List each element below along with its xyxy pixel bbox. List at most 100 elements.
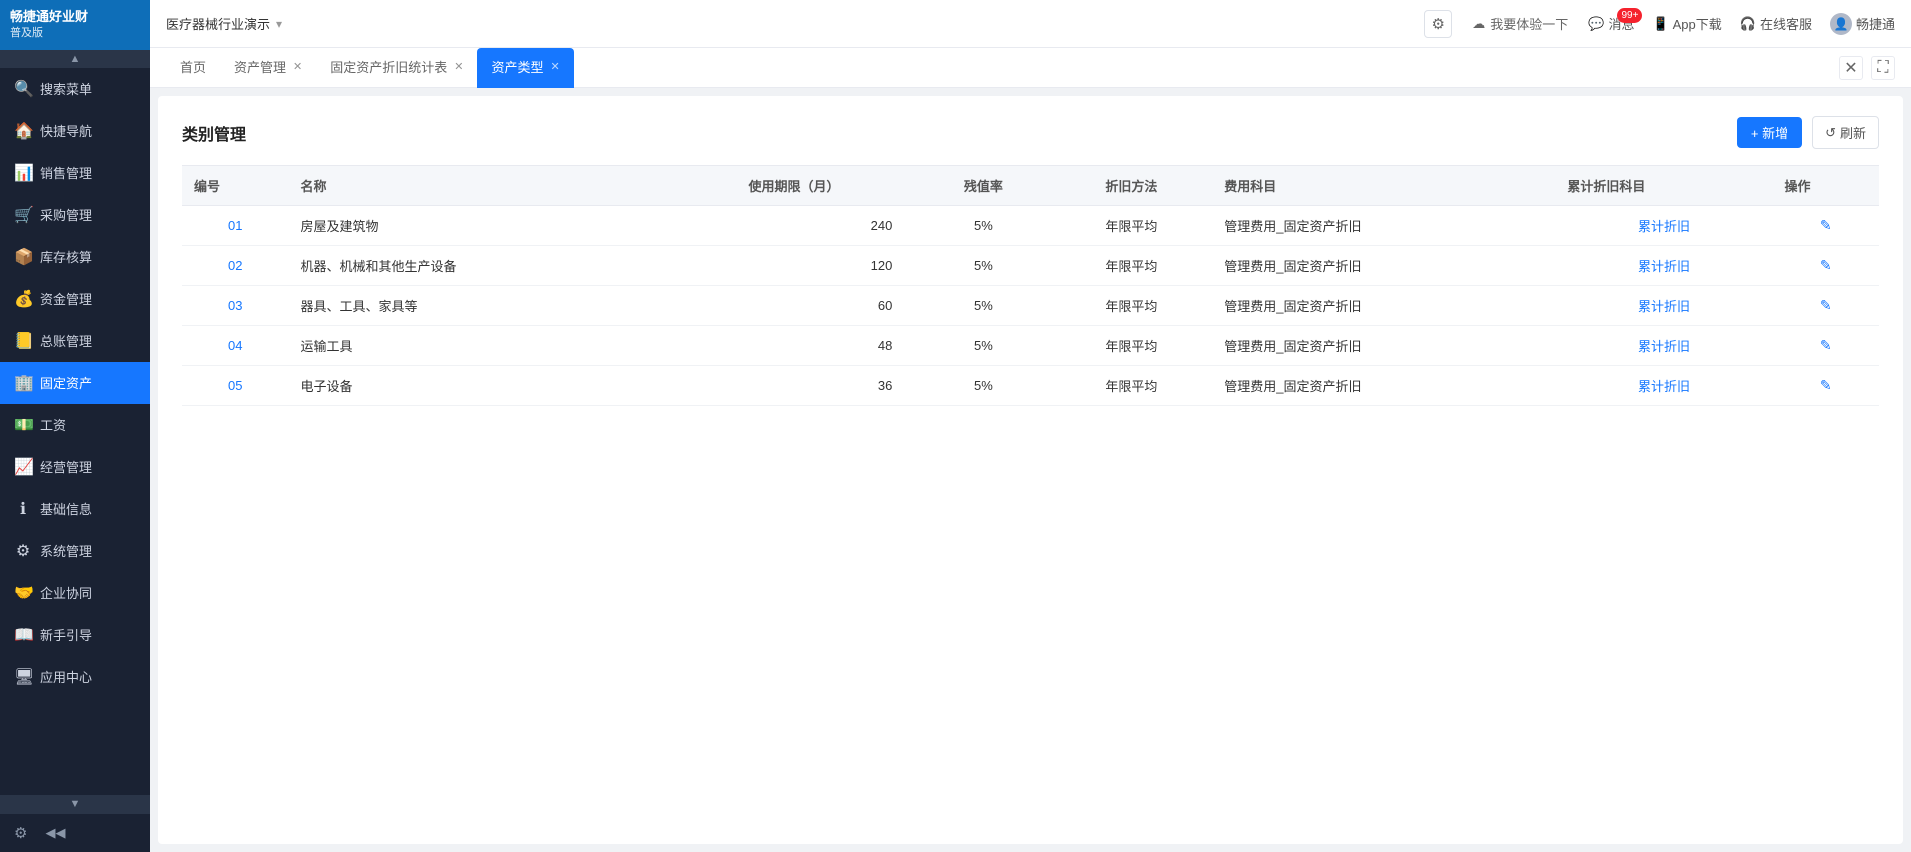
sidebar-item-operation[interactable]: 📈经营管理 — [0, 446, 150, 488]
avatar-icon: 👤 — [1830, 13, 1852, 35]
sidebar-item-system[interactable]: ⚙系统管理 — [0, 530, 150, 572]
fixed-icon: 🏢 — [14, 373, 32, 393]
collapse-icon[interactable]: ◀◀ — [45, 825, 65, 841]
content-area: 类别管理 + 新增 ↺ 刷新 编号名称使用期限（月）残值率折旧方法费用科目累计折… — [158, 96, 1903, 844]
sidebar-item-label: 资金管理 — [40, 289, 92, 308]
tab-资产管理[interactable]: 资产管理✕ — [220, 48, 316, 88]
operation-icon: 📈 — [14, 457, 32, 477]
table-row: 04 运输工具 48 5% 年限平均 管理费用_固定资产折旧 累计折旧 ✎ — [182, 326, 1879, 366]
cell-accumulated: 累计折旧 — [1555, 246, 1772, 286]
cell-name: 器具、工具、家具等 — [288, 286, 671, 326]
sidebar-item-basic[interactable]: ℹ 基础信息 — [0, 488, 150, 530]
inventory-icon: 📦 — [14, 247, 32, 267]
user-label: 畅捷通 — [1856, 14, 1895, 33]
cell-code: 01 — [182, 206, 288, 246]
tab-固定资产折旧统计表[interactable]: 固定资产折旧统计表✕ — [316, 48, 477, 88]
cell-code: 02 — [182, 246, 288, 286]
table-body: 01 房屋及建筑物 240 5% 年限平均 管理费用_固定资产折旧 累计折旧 ✎… — [182, 206, 1879, 406]
refresh-button[interactable]: ↺ 刷新 — [1812, 116, 1879, 149]
cell-name: 运输工具 — [288, 326, 671, 366]
cell-code: 05 — [182, 366, 288, 406]
funds-icon: 💰 — [14, 289, 32, 309]
edit-icon[interactable]: ✎ — [1820, 377, 1832, 393]
sidebar-item-search[interactable]: 🔍搜索菜单 — [0, 68, 150, 110]
edit-icon[interactable]: ✎ — [1820, 217, 1832, 233]
message-btn[interactable]: 💬 消息 99 — [1588, 14, 1634, 33]
user-btn[interactable]: 👤 畅捷通 — [1830, 13, 1895, 35]
table-header: 编号名称使用期限（月）残值率折旧方法费用科目累计折旧科目操作 — [182, 166, 1879, 206]
sidebar-item-app[interactable]: 🖥应用中心 — [0, 656, 150, 698]
table-header-row: 编号名称使用期限（月）残值率折旧方法费用科目累计折旧科目操作 — [182, 166, 1879, 206]
sidebar-item-inventory[interactable]: 📦 库存核算 — [0, 236, 150, 278]
tab-close-icon[interactable]: ✕ — [454, 60, 463, 73]
experience-button[interactable]: ☁ 我要体验一下 — [1462, 10, 1578, 37]
sidebar-item-label: 基础信息 — [40, 499, 92, 518]
cell-expense: 管理费用_固定资产折旧 — [1212, 246, 1555, 286]
edit-icon[interactable]: ✎ — [1820, 337, 1832, 353]
cell-period: 240 — [672, 206, 917, 246]
sidebar-item-quicknav[interactable]: 🏠快捷导航 — [0, 110, 150, 152]
tab-label: 首页 — [180, 57, 206, 76]
gear-button[interactable]: ⚙ — [1424, 10, 1452, 38]
cell-action[interactable]: ✎ — [1773, 206, 1880, 246]
cell-period: 36 — [672, 366, 917, 406]
settings-icon[interactable]: ⚙ — [14, 824, 27, 842]
guide-icon: 📖 — [14, 625, 32, 645]
topbar-right: 💬 消息 99 📱 App下载 🎧 在线客服 👤 畅捷通 — [1588, 13, 1895, 35]
message-badge: 99 — [1617, 8, 1642, 23]
sidebar-item-fixed[interactable]: 🏢 固定资产 — [0, 362, 150, 404]
cell-name: 房屋及建筑物 — [288, 206, 671, 246]
tab-close-icon[interactable]: ✕ — [293, 60, 302, 73]
cell-residual: 5% — [916, 366, 1050, 406]
new-button[interactable]: + 新增 — [1737, 117, 1802, 148]
tab-label: 资产类型 — [491, 57, 543, 76]
th-残值率: 残值率 — [916, 166, 1050, 206]
app-download-btn[interactable]: 📱 App下载 — [1652, 14, 1721, 33]
cell-expense: 管理费用_固定资产折旧 — [1212, 366, 1555, 406]
sidebar-item-label: 新手引导 — [40, 625, 92, 644]
sidebar-item-label: 系统管理 — [40, 541, 92, 560]
cell-method: 年限平均 — [1050, 326, 1212, 366]
sidebar-item-ledger[interactable]: 📒总账管理 — [0, 320, 150, 362]
th-名称: 名称 — [288, 166, 671, 206]
refresh-icon: ↺ — [1825, 125, 1836, 141]
cell-period: 120 — [672, 246, 917, 286]
cell-method: 年限平均 — [1050, 366, 1212, 406]
cell-action[interactable]: ✎ — [1773, 366, 1880, 406]
basic-icon: ℹ — [14, 499, 32, 519]
service-btn[interactable]: 🎧 在线客服 — [1740, 14, 1812, 33]
sidebar-scroll-up[interactable]: ▲ — [0, 50, 150, 68]
header-actions: + 新增 ↺ 刷新 — [1737, 116, 1879, 149]
sidebar-item-label: 总账管理 — [40, 331, 92, 350]
edit-icon[interactable]: ✎ — [1820, 297, 1832, 313]
sidebar-item-funds[interactable]: 💰 资金管理 — [0, 278, 150, 320]
sidebar-scroll-down[interactable]: ▼ — [0, 795, 150, 813]
sidebar-item-purchase[interactable]: 🛒采购管理 — [0, 194, 150, 236]
sidebar-item-label: 固定资产 — [40, 373, 92, 392]
expand-tab-btn[interactable]: ⛶ — [1871, 56, 1895, 80]
tab-close-icon[interactable]: ✕ — [551, 60, 560, 73]
close-tab-btn[interactable]: ✕ — [1839, 56, 1863, 80]
sidebar-item-label: 库存核算 — [40, 247, 92, 266]
cell-code: 03 — [182, 286, 288, 326]
edit-icon[interactable]: ✎ — [1820, 257, 1832, 273]
sidebar-item-corp[interactable]: 🤝企业协同 — [0, 572, 150, 614]
sidebar-item-guide[interactable]: 📖 新手引导 — [0, 614, 150, 656]
sidebar-item-sales[interactable]: 📊销售管理 — [0, 152, 150, 194]
cell-action[interactable]: ✎ — [1773, 246, 1880, 286]
th-编号: 编号 — [182, 166, 288, 206]
cell-method: 年限平均 — [1050, 286, 1212, 326]
th-累计折旧科目: 累计折旧科目 — [1555, 166, 1772, 206]
sidebar-item-label: 销售管理 — [40, 163, 92, 182]
cell-method: 年限平均 — [1050, 246, 1212, 286]
cell-action[interactable]: ✎ — [1773, 286, 1880, 326]
tab-首页[interactable]: 首页 — [166, 48, 220, 88]
cell-action[interactable]: ✎ — [1773, 326, 1880, 366]
th-使用期限（月）: 使用期限（月） — [672, 166, 917, 206]
cell-name: 电子设备 — [288, 366, 671, 406]
cell-period: 48 — [672, 326, 917, 366]
cloud-icon: ☁ — [1472, 16, 1485, 32]
tab-资产类型[interactable]: 资产类型 ✕ — [477, 48, 573, 88]
sidebar-item-salary[interactable]: 💵工资 — [0, 404, 150, 446]
chevron-down-icon[interactable]: ▾ — [276, 17, 282, 31]
